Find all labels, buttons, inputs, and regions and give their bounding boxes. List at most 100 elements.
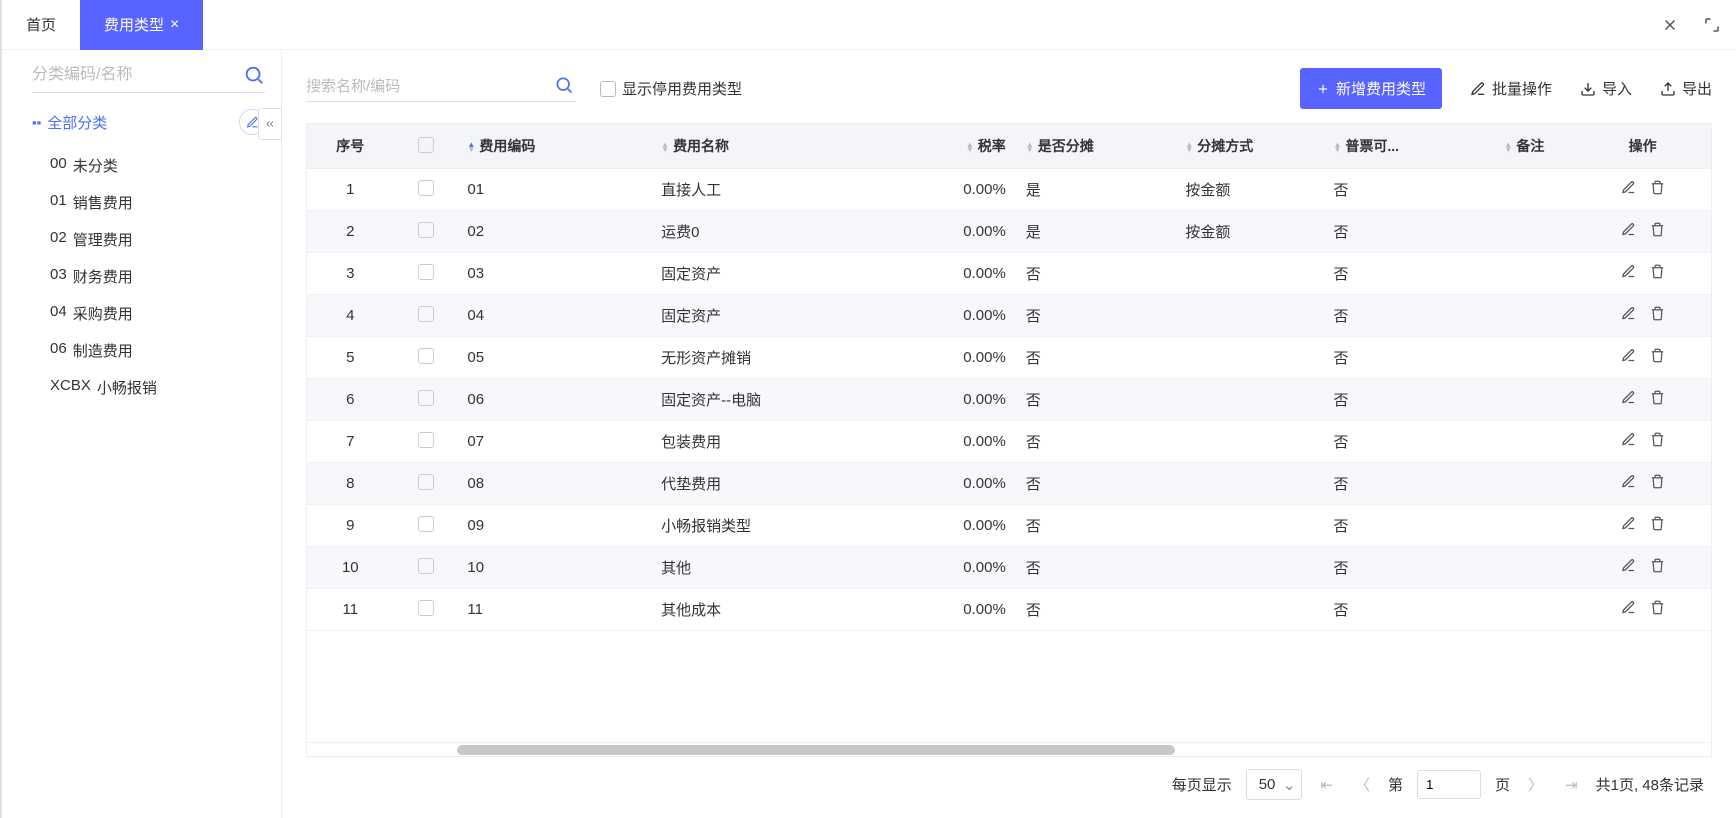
close-all-icon[interactable]	[1656, 11, 1684, 39]
cell-name: 包装费用	[651, 421, 902, 463]
row-edit-icon[interactable]	[1621, 180, 1636, 195]
cell-remark	[1494, 505, 1574, 547]
cell-checkbox[interactable]	[394, 463, 458, 505]
cell-checkbox[interactable]	[394, 421, 458, 463]
cell-checkbox[interactable]	[394, 169, 458, 211]
row-delete-icon[interactable]	[1650, 558, 1665, 573]
sidebar-item[interactable]: 04 采购费用	[46, 295, 265, 332]
sidebar-item[interactable]: 02管理费用	[46, 221, 265, 258]
tab-home[interactable]: 首页	[2, 0, 80, 50]
cell-checkbox[interactable]	[394, 211, 458, 253]
cell-checkbox[interactable]	[394, 547, 458, 589]
row-edit-icon[interactable]	[1621, 558, 1636, 573]
cell-index: 11	[307, 589, 394, 631]
col-code[interactable]: ▲▼费用编码	[457, 124, 651, 169]
cell-rate: 0.00%	[902, 547, 1016, 589]
col-share[interactable]: ▲▼是否分摊	[1016, 124, 1176, 169]
row-edit-icon[interactable]	[1621, 474, 1636, 489]
col-index[interactable]: 序号	[307, 124, 394, 169]
main-search-input[interactable]	[306, 78, 554, 95]
last-page-icon[interactable]: ⇥	[1561, 772, 1582, 798]
col-remark[interactable]: ▲▼备注	[1494, 124, 1574, 169]
row-edit-icon[interactable]	[1621, 222, 1636, 237]
cell-checkbox[interactable]	[394, 253, 458, 295]
item-code: 04	[50, 303, 67, 324]
row-edit-icon[interactable]	[1621, 516, 1636, 531]
tab-expense-type[interactable]: 费用类型 ×	[80, 0, 203, 50]
sidebar-item[interactable]: 03财务费用	[46, 258, 265, 295]
row-edit-icon[interactable]	[1621, 432, 1636, 447]
row-edit-icon[interactable]	[1621, 348, 1636, 363]
cell-checkbox[interactable]	[394, 589, 458, 631]
cell-method	[1175, 379, 1323, 421]
sidebar-item[interactable]: 00未分类	[46, 147, 265, 184]
row-delete-icon[interactable]	[1650, 264, 1665, 279]
cell-plain: 否	[1323, 253, 1494, 295]
cell-code: 03	[457, 253, 651, 295]
page-suffix: 页	[1495, 774, 1510, 795]
row-edit-icon[interactable]	[1621, 600, 1636, 615]
scrollbar-thumb[interactable]	[457, 745, 1175, 755]
item-name: 采购费用	[73, 303, 133, 324]
row-delete-icon[interactable]	[1650, 180, 1665, 195]
cell-rate: 0.00%	[902, 211, 1016, 253]
row-delete-icon[interactable]	[1650, 516, 1665, 531]
collapse-sidebar-icon[interactable]	[258, 108, 282, 140]
row-delete-icon[interactable]	[1650, 222, 1665, 237]
sidebar-item[interactable]: 06制造费用	[46, 332, 265, 369]
cell-share: 否	[1016, 505, 1176, 547]
import-label: 导入	[1602, 78, 1632, 99]
sidebar: ▪▪ 全部分类 00未分类01销售费用02管理费用03财务费用 04 采购费用 06制…	[2, 50, 282, 818]
row-edit-icon[interactable]	[1621, 264, 1636, 279]
cell-checkbox[interactable]	[394, 379, 458, 421]
cell-checkbox[interactable]	[394, 295, 458, 337]
cell-share: 否	[1016, 589, 1176, 631]
col-plain[interactable]: ▲▼普票可...	[1323, 124, 1494, 169]
export-button[interactable]: 导出	[1660, 78, 1712, 99]
batch-action-button[interactable]: 批量操作	[1470, 78, 1552, 99]
fullscreen-icon[interactable]	[1698, 11, 1726, 39]
close-icon[interactable]: ×	[170, 16, 179, 34]
add-expense-type-button[interactable]: 新增费用类型	[1300, 68, 1442, 109]
page-input[interactable]	[1417, 770, 1481, 799]
row-delete-icon[interactable]	[1650, 600, 1665, 615]
cell-index: 6	[307, 379, 394, 421]
row-edit-icon[interactable]	[1621, 306, 1636, 321]
sidebar-item[interactable]: XCBX小畅报销	[46, 369, 265, 406]
col-name[interactable]: ▲▼费用名称	[651, 124, 902, 169]
cell-method: 按金额	[1175, 169, 1323, 211]
show-disabled-label: 显示停用费用类型	[622, 78, 742, 99]
sidebar-item[interactable]: 01销售费用	[46, 184, 265, 221]
row-delete-icon[interactable]	[1650, 348, 1665, 363]
prev-page-icon[interactable]: 〈	[1351, 770, 1374, 799]
show-disabled-checkbox[interactable]: 显示停用费用类型	[600, 78, 742, 99]
cell-code: 10	[457, 547, 651, 589]
row-delete-icon[interactable]	[1650, 390, 1665, 405]
cell-checkbox[interactable]	[394, 337, 458, 379]
per-page-select[interactable]: 50 ⌄	[1246, 769, 1303, 800]
cell-share: 否	[1016, 379, 1176, 421]
cell-name: 直接人工	[651, 169, 902, 211]
next-page-icon[interactable]: 〉	[1524, 770, 1547, 799]
col-select-all[interactable]	[394, 124, 458, 169]
sidebar-search-input[interactable]	[32, 66, 243, 84]
search-icon[interactable]	[243, 64, 265, 86]
search-icon[interactable]	[554, 75, 576, 97]
cell-method	[1175, 253, 1323, 295]
row-delete-icon[interactable]	[1650, 306, 1665, 321]
horizontal-scrollbar[interactable]	[307, 742, 1711, 756]
toolbar: 显示停用费用类型 新增费用类型 批量操作 导入	[306, 68, 1712, 109]
col-rate[interactable]: ▲▼税率	[902, 124, 1016, 169]
checkbox-icon	[418, 516, 434, 532]
cell-checkbox[interactable]	[394, 505, 458, 547]
table-row: 505无形资产摊销0.00%否否	[307, 337, 1711, 379]
import-button[interactable]: 导入	[1580, 78, 1632, 99]
row-delete-icon[interactable]	[1650, 474, 1665, 489]
first-page-icon[interactable]: ⇤	[1316, 772, 1337, 798]
row-edit-icon[interactable]	[1621, 390, 1636, 405]
col-method[interactable]: ▲▼分摊方式	[1175, 124, 1323, 169]
row-delete-icon[interactable]	[1650, 432, 1665, 447]
tree-root-all[interactable]: ▪▪ 全部分类	[32, 105, 265, 143]
main-panel: 显示停用费用类型 新增费用类型 批量操作 导入	[282, 50, 1736, 818]
sort-icon: ▲▼	[1185, 142, 1193, 152]
